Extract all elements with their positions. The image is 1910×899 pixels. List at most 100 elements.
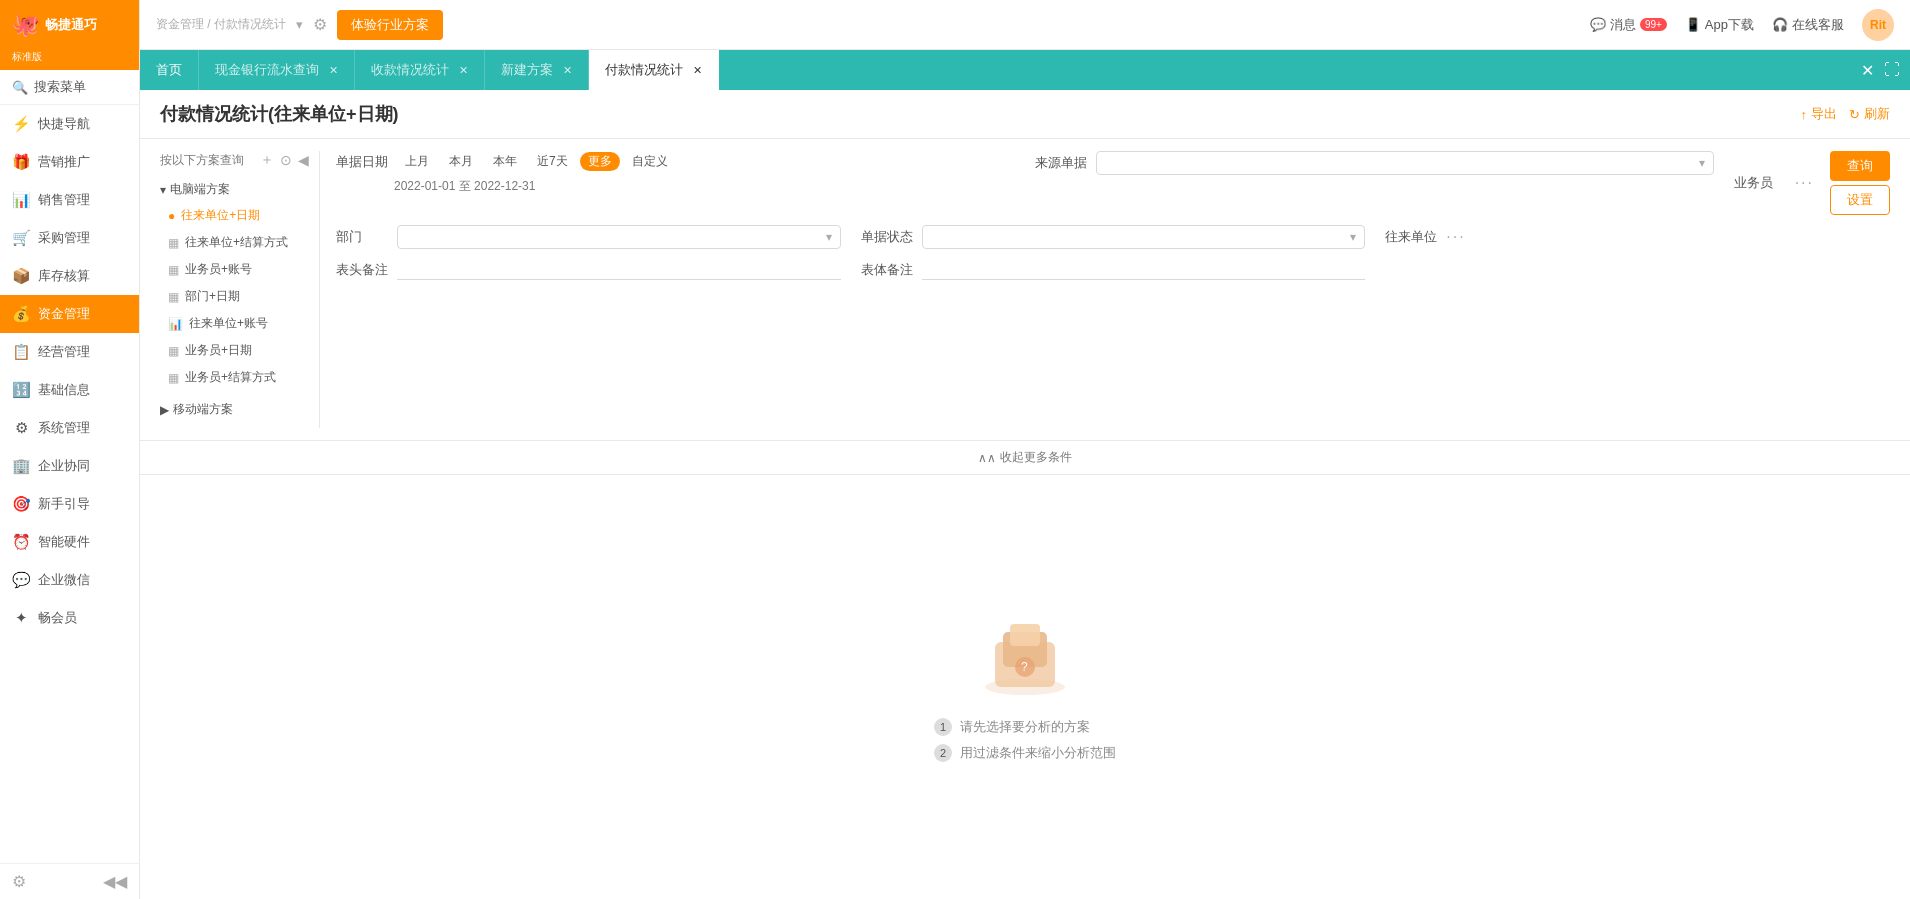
query-button[interactable]: 查询 xyxy=(1830,151,1890,181)
tab-new-scheme[interactable]: 新建方案 ✕ xyxy=(485,50,589,90)
refresh-btn[interactable]: ↻ 刷新 xyxy=(1849,105,1890,123)
scheme-item-unit-date[interactable]: ● 往来单位+日期 xyxy=(160,202,309,229)
sidebar-item-sales[interactable]: 📊 销售管理 xyxy=(0,181,139,219)
sidebar-item-wechat[interactable]: 💬 企业微信 xyxy=(0,561,139,599)
date-tab-custom[interactable]: 自定义 xyxy=(624,151,676,172)
scheme-item-label-unit-settle: 往来单位+结算方式 xyxy=(185,234,288,251)
scheme-item-icon-unit-account: 📊 xyxy=(168,317,183,331)
collapse-sidebar-icon[interactable]: ◀◀ xyxy=(103,872,127,891)
date-tabs: 上月 本月 本年 近7天 更多 自定义 xyxy=(397,151,676,172)
sidebar-label-operations: 经营管理 xyxy=(38,343,90,361)
tab-payment-stats[interactable]: 付款情况统计 ✕ xyxy=(589,50,719,90)
sidebar-item-finance[interactable]: 💰 资金管理 xyxy=(0,295,139,333)
sidebar-item-purchase[interactable]: 🛒 采购管理 xyxy=(0,219,139,257)
scheme-item-unit-settle[interactable]: ▦ 往来单位+结算方式 xyxy=(160,229,309,256)
new-scheme-tab-label: 新建方案 xyxy=(501,61,553,79)
staff-select-dots[interactable]: ··· xyxy=(1795,174,1814,192)
date-tab-last-month[interactable]: 上月 xyxy=(397,151,437,172)
sidebar-label-system: 系统管理 xyxy=(38,419,90,437)
app-download-item[interactable]: 📱 App下载 xyxy=(1685,16,1754,34)
sidebar-logo: 🐙 畅捷通巧 xyxy=(0,0,139,50)
sidebar-label-basic-info: 基础信息 xyxy=(38,381,90,399)
chevron-up-icon: ∧∧ xyxy=(978,451,996,465)
date-tab-more[interactable]: 更多 xyxy=(580,152,620,171)
trial-btn[interactable]: 体验行业方案 xyxy=(337,10,443,40)
svg-text:?: ? xyxy=(1021,660,1028,674)
system-icon: ⚙ xyxy=(12,419,30,437)
page-title: 付款情况统计(往来单位+日期) xyxy=(160,102,399,126)
empty-tip-1: 1 请先选择要分析的方案 xyxy=(934,718,1116,736)
sidebar-item-guide[interactable]: 🎯 新手引导 xyxy=(0,485,139,523)
payment-stats-tab-close[interactable]: ✕ xyxy=(693,64,702,77)
header-note-input[interactable] xyxy=(397,259,841,280)
user-avatar-item[interactable]: Rit xyxy=(1862,9,1894,41)
operations-icon: 📋 xyxy=(12,343,30,361)
mobile-scheme-group-title[interactable]: ▶ 移动端方案 xyxy=(160,397,309,422)
message-item[interactable]: 💬 消息 99+ xyxy=(1590,16,1667,34)
tab-home[interactable]: 首页 xyxy=(140,50,199,90)
scheme-add-icon[interactable]: ＋ xyxy=(260,151,274,169)
topbar-settings-icon[interactable]: ⚙ xyxy=(313,15,327,34)
sidebar-item-operations[interactable]: 📋 经营管理 xyxy=(0,333,139,371)
sidebar-item-membership[interactable]: ✦ 畅会员 xyxy=(0,599,139,637)
doc-status-select[interactable]: ▾ xyxy=(922,225,1366,249)
page-header: 付款情况统计(往来单位+日期) ↑ 导出 ↻ 刷新 xyxy=(140,90,1910,139)
scheme-item-label-staff-settle: 业务员+结算方式 xyxy=(185,369,276,386)
tab-fullscreen-icon[interactable]: ⛶ xyxy=(1884,61,1900,79)
app-download-label: App下载 xyxy=(1705,16,1754,34)
sidebar-item-inventory[interactable]: 📦 库存核算 xyxy=(0,257,139,295)
tab-receipt-stats[interactable]: 收款情况统计 ✕ xyxy=(355,50,485,90)
tabbar: 首页 现金银行流水查询 ✕ 收款情况统计 ✕ 新建方案 ✕ 付款情况统计 ✕ ✕… xyxy=(140,50,1910,90)
receipt-stats-tab-close[interactable]: ✕ xyxy=(459,64,468,77)
mobile-scheme-group: ▶ 移动端方案 xyxy=(160,397,309,422)
sidebar-item-smart-hw[interactable]: ⏰ 智能硬件 xyxy=(0,523,139,561)
finance-icon: 💰 xyxy=(12,305,30,323)
search-menu-item[interactable]: 🔍 搜索菜单 xyxy=(0,70,139,105)
settings-button[interactable]: 设置 xyxy=(1830,185,1890,215)
topbar-right: 💬 消息 99+ 📱 App下载 🎧 在线客服 Rit xyxy=(1590,9,1894,41)
dept-select[interactable]: ▾ xyxy=(397,225,841,249)
topbar-left: 资金管理 / 付款情况统计 ▾ ⚙ 体验行业方案 xyxy=(156,10,443,40)
date-tab-last-7[interactable]: 近7天 xyxy=(529,151,576,172)
refresh-icon: ↻ xyxy=(1849,107,1860,122)
sidebar-item-system[interactable]: ⚙ 系统管理 xyxy=(0,409,139,447)
settings-bottom-icon[interactable]: ⚙ xyxy=(12,872,26,891)
collapse-bar-content: ∧∧ 收起更多条件 xyxy=(978,449,1072,466)
tab-close-window-icon[interactable]: ✕ xyxy=(1861,61,1874,80)
bank-flow-tab-close[interactable]: ✕ xyxy=(329,64,338,77)
scheme-item-staff-settle[interactable]: ▦ 业务员+结算方式 xyxy=(160,364,309,391)
breadcrumb-dropdown-icon[interactable]: ▾ xyxy=(296,17,303,32)
scheme-item-staff-account[interactable]: ▦ 业务员+账号 xyxy=(160,256,309,283)
date-range-display: 2022-01-01 至 2022-12-31 xyxy=(394,178,535,195)
date-tab-this-month[interactable]: 本月 xyxy=(441,151,481,172)
desktop-scheme-group-title[interactable]: ▾ 电脑端方案 xyxy=(160,177,309,202)
sidebar-item-enterprise[interactable]: 🏢 企业协同 xyxy=(0,447,139,485)
related-unit-filter-cell: 往来单位 ··· xyxy=(1385,228,1890,246)
desktop-group-label: 电脑端方案 xyxy=(170,181,230,198)
export-btn[interactable]: ↑ 导出 xyxy=(1801,105,1838,123)
scheme-collapse-icon[interactable]: ◀ xyxy=(298,152,309,168)
scheme-item-staff-date[interactable]: ▦ 业务员+日期 xyxy=(160,337,309,364)
staff-filter-label: 业务员 xyxy=(1734,174,1789,192)
doc-status-filter-label: 单据状态 xyxy=(861,228,916,246)
related-unit-select-dots[interactable]: ··· xyxy=(1446,228,1465,246)
page-header-actions: ↑ 导出 ↻ 刷新 xyxy=(1801,105,1891,123)
sidebar-item-basic-info[interactable]: 🔢 基础信息 xyxy=(0,371,139,409)
scheme-item-unit-account[interactable]: 📊 往来单位+账号 xyxy=(160,310,309,337)
source-select[interactable]: ▾ xyxy=(1096,151,1714,175)
scheme-item-label-staff-date: 业务员+日期 xyxy=(185,342,252,359)
scheme-settings-icon[interactable]: ⊙ xyxy=(280,152,292,168)
empty-tip-2: 2 用过滤条件来缩小分析范围 xyxy=(934,744,1116,762)
related-unit-filter-label: 往来单位 xyxy=(1385,228,1440,246)
home-tab-label: 首页 xyxy=(156,61,182,79)
online-service-item[interactable]: 🎧 在线客服 xyxy=(1772,16,1844,34)
sidebar-item-quick-nav[interactable]: ⚡ 快捷导航 xyxy=(0,105,139,143)
sidebar-item-marketing[interactable]: 🎁 营销推广 xyxy=(0,143,139,181)
body-note-input[interactable] xyxy=(922,259,1366,280)
scheme-item-dept-date[interactable]: ▦ 部门+日期 xyxy=(160,283,309,310)
empty-tips: 1 请先选择要分析的方案 2 用过滤条件来缩小分析范围 xyxy=(934,718,1116,762)
tab-bank-flow[interactable]: 现金银行流水查询 ✕ xyxy=(199,50,355,90)
new-scheme-tab-close[interactable]: ✕ xyxy=(563,64,572,77)
date-tab-this-year[interactable]: 本年 xyxy=(485,151,525,172)
collapse-bar[interactable]: ∧∧ 收起更多条件 xyxy=(140,441,1910,475)
